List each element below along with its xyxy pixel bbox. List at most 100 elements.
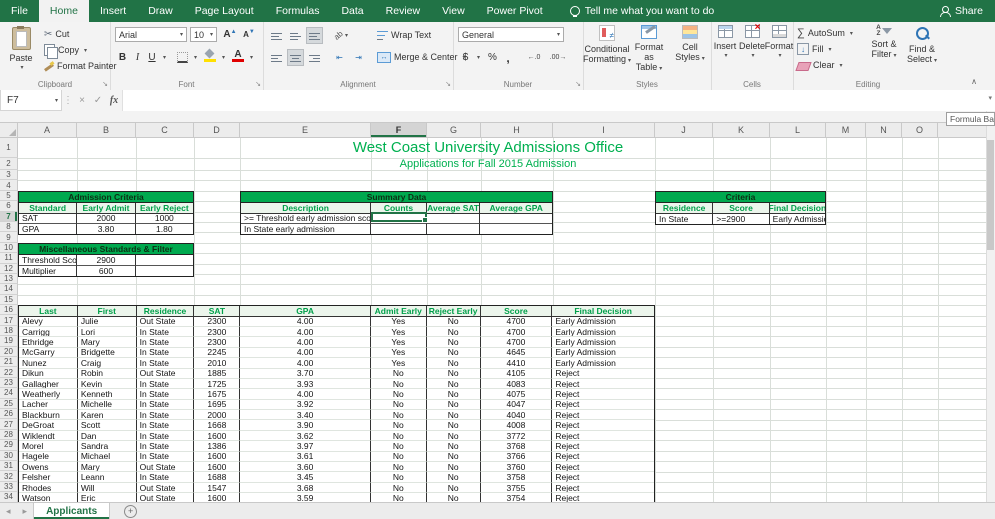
cell[interactable]: 3.60	[240, 462, 371, 473]
cell[interactable]: No	[426, 316, 481, 327]
cell[interactable]: In State	[136, 358, 195, 369]
insert-function-button[interactable]: fx	[106, 90, 122, 111]
cell[interactable]: Reject	[552, 389, 654, 400]
cell[interactable]: Felsher	[19, 472, 78, 483]
formula-input[interactable]	[122, 90, 995, 111]
cell[interactable]: Sandra	[77, 441, 137, 452]
increase-indent-button[interactable]: ⇥	[350, 49, 367, 66]
cell[interactable]: Gallagher	[19, 378, 78, 390]
cell[interactable]: In State	[136, 441, 195, 452]
cell[interactable]: In State	[136, 389, 195, 400]
cell[interactable]: No	[370, 451, 427, 463]
top-align-button[interactable]	[268, 27, 285, 44]
comma-style-button[interactable]: ,	[502, 49, 514, 66]
cell[interactable]	[371, 223, 427, 235]
column-header-K[interactable]: K	[713, 123, 770, 137]
cell[interactable]: Yes	[370, 337, 427, 348]
cell[interactable]: 4410	[480, 358, 553, 369]
row-header-17[interactable]: 17	[0, 315, 18, 326]
cell[interactable]: 4083	[480, 378, 553, 390]
cell[interactable]: Nunez	[19, 358, 78, 369]
bottom-align-button[interactable]	[306, 27, 323, 44]
share-button[interactable]: Share	[939, 0, 995, 22]
cell[interactable]: 4040	[480, 410, 553, 421]
cell[interactable]: 3766	[480, 451, 553, 463]
select-all-corner[interactable]	[0, 123, 18, 137]
row-header-24[interactable]: 24	[0, 388, 18, 399]
column-header-J[interactable]: J	[655, 123, 713, 137]
font-size-combo[interactable]: 10	[190, 27, 217, 42]
cell[interactable]: Mary	[77, 462, 137, 473]
cell[interactable]: 4105	[480, 368, 553, 379]
sort-filter-button[interactable]: AZ Sort & Filter	[865, 24, 903, 75]
row-header-32[interactable]: 32	[0, 471, 18, 482]
cell[interactable]: 3755	[480, 482, 553, 494]
cell[interactable]: 1547	[194, 482, 241, 494]
column-header-E[interactable]: E	[240, 123, 371, 137]
cell[interactable]: Kevin	[77, 378, 137, 390]
cell[interactable]: No	[371, 493, 427, 502]
cell[interactable]: 4.00	[240, 337, 371, 348]
cell[interactable]: McGarry	[19, 347, 78, 359]
decrease-indent-button[interactable]: ⇤	[331, 49, 348, 66]
underline-button[interactable]: U	[145, 49, 159, 66]
cell[interactable]: In State	[136, 451, 195, 463]
format-as-table-button[interactable]: Format as Table	[629, 25, 669, 75]
cell[interactable]: Early Admission	[552, 358, 654, 369]
cell[interactable]: 2000	[77, 213, 136, 224]
format-cells-button[interactable]: Format	[765, 25, 793, 75]
cell[interactable]: 3754	[481, 493, 553, 502]
cell[interactable]: 600	[77, 265, 136, 276]
cell[interactable]: Robin	[77, 368, 137, 379]
name-box[interactable]: F7	[0, 90, 62, 111]
cell[interactable]: >=2900	[713, 213, 770, 224]
cell[interactable]: Kenneth	[77, 389, 137, 400]
cell[interactable]: No	[426, 441, 481, 452]
column-header-O[interactable]: O	[902, 123, 938, 137]
tab-review[interactable]: Review	[375, 0, 431, 22]
fill-color-dropdown[interactable]	[218, 49, 227, 66]
cell[interactable]: 3.61	[240, 451, 371, 463]
currency-dropdown[interactable]	[473, 49, 482, 66]
cell[interactable]: In State	[136, 410, 195, 421]
cell[interactable]: No	[426, 326, 481, 338]
cell[interactable]: Mary	[77, 337, 137, 348]
cell[interactable]: In State	[136, 430, 195, 442]
font-color-dropdown[interactable]	[246, 49, 255, 66]
cell[interactable]: Scott	[77, 420, 137, 431]
cell[interactable]: No	[427, 493, 481, 502]
tell-me-box[interactable]: Tell me what you want to do	[569, 0, 714, 22]
cell[interactable]: Out State	[136, 316, 195, 327]
percent-button[interactable]: %	[485, 49, 500, 66]
tab-data[interactable]: Data	[330, 0, 374, 22]
cell[interactable]: No	[426, 420, 481, 431]
cell[interactable]: 4008	[480, 420, 553, 431]
cell[interactable]: 1386	[194, 441, 241, 452]
cell[interactable]: 3.62	[240, 430, 371, 442]
cell[interactable]: 4.00	[240, 326, 371, 338]
cell[interactable]: 1695	[194, 399, 241, 411]
insert-cells-button[interactable]: Insert	[712, 25, 738, 75]
cell[interactable]: Reject	[552, 431, 654, 442]
row-header-21[interactable]: 21	[0, 357, 18, 368]
paste-button[interactable]: Paste	[4, 25, 38, 75]
number-format-combo[interactable]: General	[458, 27, 564, 42]
cell[interactable]: 3.70	[240, 368, 371, 379]
cell[interactable]: Ethridge	[19, 337, 78, 348]
cell[interactable]: No	[426, 389, 481, 400]
new-sheet-button[interactable]	[124, 504, 138, 518]
copy-button[interactable]: Copy	[44, 42, 117, 59]
cell[interactable]: Reject	[552, 493, 654, 502]
cell[interactable]: Multiplier	[19, 265, 78, 276]
fill-button[interactable]: Fill	[797, 41, 853, 57]
row-header-33[interactable]: 33	[0, 481, 18, 493]
cell[interactable]	[135, 255, 193, 266]
cell[interactable]: Michael	[77, 451, 137, 463]
column-header-D[interactable]: D	[194, 123, 240, 137]
cancel-button[interactable]: ×	[74, 90, 90, 111]
cell[interactable]: Reject	[552, 369, 654, 379]
cell[interactable]: In State early admission	[241, 223, 372, 235]
cell[interactable]: Yes	[370, 316, 427, 327]
cell[interactable]: 1000	[135, 214, 193, 224]
cell[interactable]: 2300	[194, 326, 241, 338]
